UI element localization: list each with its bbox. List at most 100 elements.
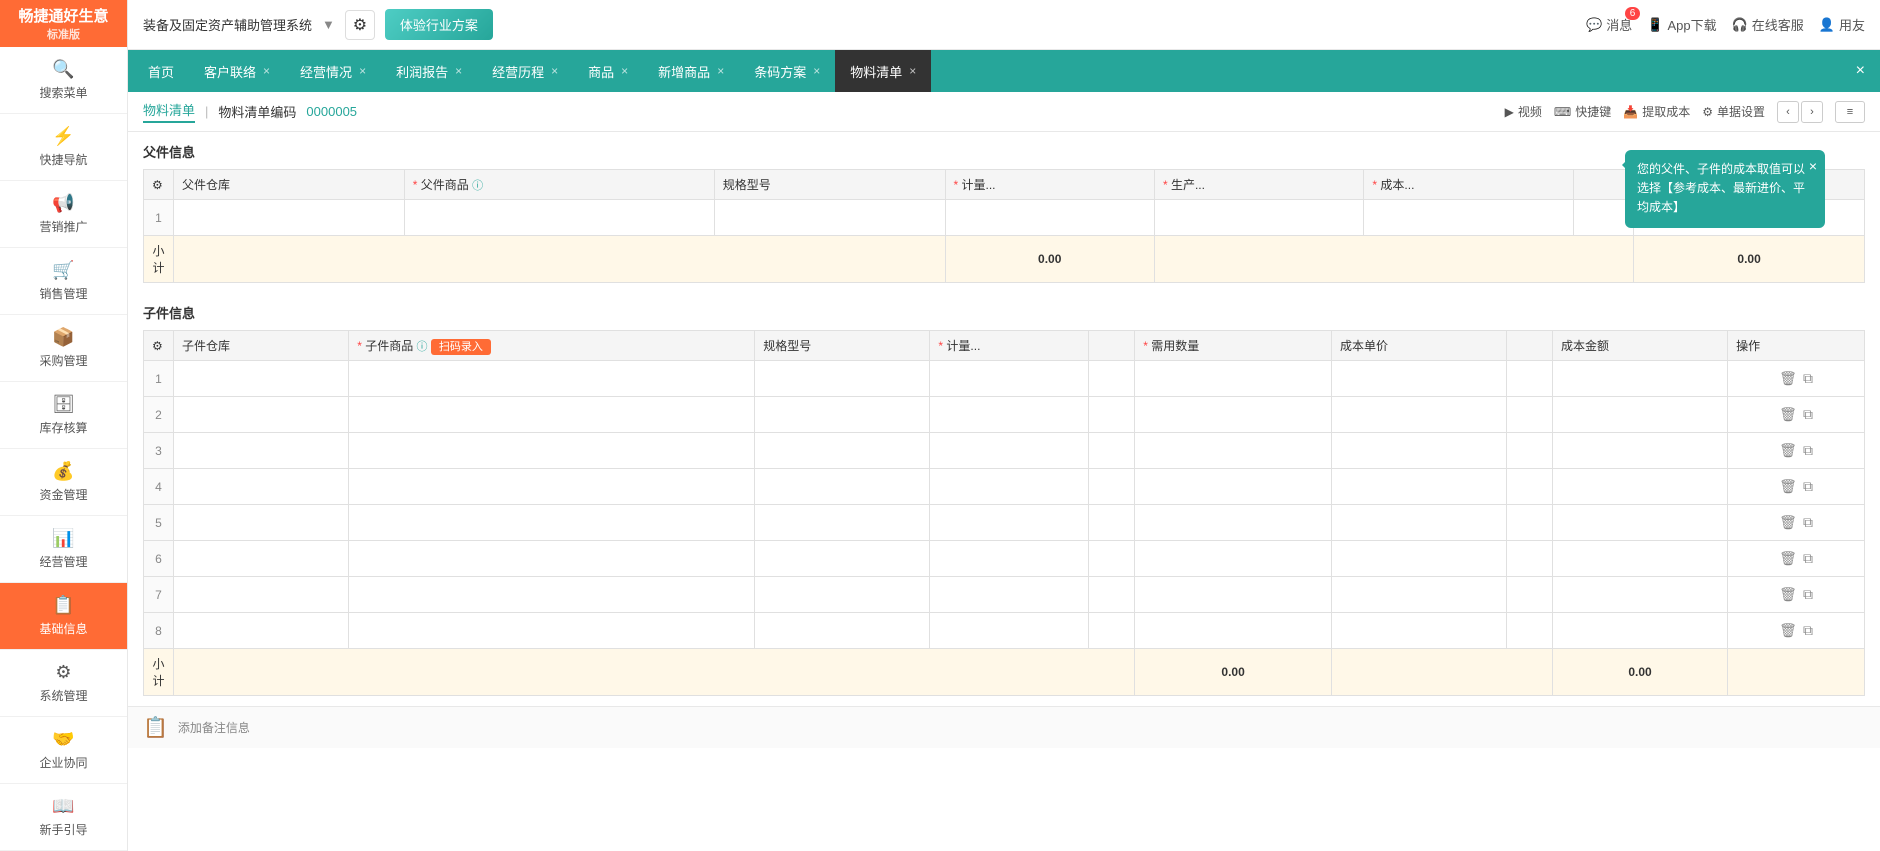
sidebar-item-enterprise[interactable]: 🤝 企业协同 (0, 717, 127, 784)
child-unit-cell-6[interactable] (930, 541, 1089, 577)
tab-bom-close-icon[interactable]: × (909, 64, 916, 78)
child-warehouse-cell-6[interactable] (174, 541, 349, 577)
copy-row-5-icon[interactable]: ⧉ (1803, 514, 1813, 531)
tab-bom[interactable]: 物料清单 × (835, 50, 931, 92)
child-qty-cell-3[interactable] (1135, 433, 1332, 469)
goods-help-icon[interactable]: ⓘ (472, 180, 483, 192)
parent-goods-cell[interactable] (404, 200, 714, 236)
child-warehouse-cell-7[interactable] (174, 577, 349, 613)
message-button[interactable]: 💬 消息 6 (1586, 15, 1632, 34)
tab-customer-close-icon[interactable]: × (263, 64, 270, 78)
child-spec-cell-2[interactable] (755, 397, 930, 433)
copy-row-7-icon[interactable]: ⧉ (1803, 586, 1813, 603)
child-cost-amount-cell-2[interactable] (1552, 397, 1727, 433)
child-cost-amount-cell-8[interactable] (1552, 613, 1727, 649)
parent-unit-cell[interactable] (945, 200, 1154, 236)
child-warehouse-cell-5[interactable] (174, 505, 349, 541)
child-goods-cell-7[interactable] (349, 577, 755, 613)
child-qty-cell-2[interactable] (1135, 397, 1332, 433)
tab-new-goods[interactable]: 新增商品 × (643, 50, 739, 92)
sidebar-item-basic-info[interactable]: 📋 基础信息 (0, 583, 127, 650)
prev-record-button[interactable]: ‹ (1777, 101, 1799, 123)
child-goods-cell-3[interactable] (349, 433, 755, 469)
sidebar-item-sales[interactable]: 🛒 销售管理 (0, 248, 127, 315)
child-unit-cost-cell-5[interactable] (1331, 505, 1506, 541)
child-unit-cost-cell-7[interactable] (1331, 577, 1506, 613)
child-cost-amount-cell-6[interactable] (1552, 541, 1727, 577)
child-goods-help-icon[interactable]: ⓘ (417, 341, 428, 353)
list-view-button[interactable]: ≡ (1835, 101, 1865, 123)
delete-row-2-icon[interactable]: 🗑 (1779, 406, 1797, 423)
copy-row-6-icon[interactable]: ⧉ (1803, 550, 1813, 567)
single-settings-button[interactable]: ⚙ 单据设置 (1702, 103, 1765, 120)
tooltip-close-button[interactable]: × (1809, 155, 1817, 177)
child-goods-cell-4[interactable] (349, 469, 755, 505)
child-unit-cost-cell-3[interactable] (1331, 433, 1506, 469)
child-qty-cell-6[interactable] (1135, 541, 1332, 577)
child-unit-cost-cell-6[interactable] (1331, 541, 1506, 577)
tab-home[interactable]: 首页 (133, 50, 189, 92)
child-settings-col-icon[interactable]: ⚙ (152, 339, 163, 353)
sidebar-item-marketing[interactable]: 📢 营销推广 (0, 181, 127, 248)
sidebar-item-finance[interactable]: 💰 资金管理 (0, 449, 127, 516)
tab-operations-status[interactable]: 经营情况 × (285, 50, 381, 92)
tab-customer[interactable]: 客户联络 × (189, 50, 285, 92)
copy-row-2-icon[interactable]: ⧉ (1803, 406, 1813, 423)
child-spec-cell-1[interactable] (755, 361, 930, 397)
delete-row-3-icon[interactable]: 🗑 (1779, 442, 1797, 459)
dropdown-arrow-icon[interactable]: ▼ (322, 17, 335, 32)
child-warehouse-cell-2[interactable] (174, 397, 349, 433)
tab-operations-status-close-icon[interactable]: × (359, 64, 366, 78)
child-warehouse-cell-8[interactable] (174, 613, 349, 649)
view-video-button[interactable]: ▶ 视频 (1505, 103, 1542, 120)
child-qty-cell-8[interactable] (1135, 613, 1332, 649)
delete-row-7-icon[interactable]: 🗑 (1779, 586, 1797, 603)
gear-button[interactable]: ⚙ (345, 10, 375, 40)
scan-input-button[interactable]: 扫码录入 (431, 339, 491, 355)
copy-row-4-icon[interactable]: ⧉ (1803, 478, 1813, 495)
shortcut-button[interactable]: ⌨ 快捷键 (1554, 103, 1611, 120)
child-qty-cell-1[interactable] (1135, 361, 1332, 397)
sidebar-item-purchase[interactable]: 📦 采购管理 (0, 315, 127, 382)
delete-row-4-icon[interactable]: 🗑 (1779, 478, 1797, 495)
child-unit-cell-4[interactable] (930, 469, 1089, 505)
tab-new-goods-close-icon[interactable]: × (717, 64, 724, 78)
tab-business-history-close-icon[interactable]: × (551, 64, 558, 78)
next-record-button[interactable]: › (1801, 101, 1823, 123)
copy-row-3-icon[interactable]: ⧉ (1803, 442, 1813, 459)
sidebar-item-inventory[interactable]: 🗄 库存核算 (0, 382, 127, 449)
child-unit-cell-7[interactable] (930, 577, 1089, 613)
extract-cost-button[interactable]: 📥 提取成本 (1623, 103, 1690, 120)
child-qty-cell-4[interactable] (1135, 469, 1332, 505)
tab-barcode-close-icon[interactable]: × (813, 64, 820, 78)
child-unit-cell-2[interactable] (930, 397, 1089, 433)
tab-business-history[interactable]: 经营历程 × (477, 50, 573, 92)
child-spec-cell-5[interactable] (755, 505, 930, 541)
child-goods-cell-2[interactable] (349, 397, 755, 433)
child-unit-cell-1[interactable] (930, 361, 1089, 397)
delete-row-5-icon[interactable]: 🗑 (1779, 514, 1797, 531)
child-warehouse-cell-1[interactable] (174, 361, 349, 397)
sidebar-item-guide[interactable]: 📖 新手引导 (0, 784, 127, 851)
close-all-tabs-button[interactable]: × (1846, 62, 1875, 80)
copy-row-1-icon[interactable]: ⧉ (1803, 370, 1813, 387)
child-spec-cell-3[interactable] (755, 433, 930, 469)
child-goods-cell-8[interactable] (349, 613, 755, 649)
delete-row-1-icon[interactable]: 🗑 (1779, 370, 1797, 387)
tab-barcode[interactable]: 条码方案 × (739, 50, 835, 92)
child-cost-amount-cell-3[interactable] (1552, 433, 1727, 469)
app-download-button[interactable]: 📱 App下载 (1647, 15, 1716, 34)
child-cost-amount-cell-7[interactable] (1552, 577, 1727, 613)
child-spec-cell-4[interactable] (755, 469, 930, 505)
child-unit-cell-3[interactable] (930, 433, 1089, 469)
copy-row-8-icon[interactable]: ⧉ (1803, 622, 1813, 639)
child-unit-cell-5[interactable] (930, 505, 1089, 541)
user-button[interactable]: 👤 用友 (1819, 15, 1865, 34)
child-goods-cell-5[interactable] (349, 505, 755, 541)
child-spec-cell-6[interactable] (755, 541, 930, 577)
tab-goods-close-icon[interactable]: × (621, 64, 628, 78)
sidebar-item-search[interactable]: 🔍 搜索菜单 (0, 47, 127, 114)
child-unit-cell-8[interactable] (930, 613, 1089, 649)
child-spec-cell-7[interactable] (755, 577, 930, 613)
parent-production-cell[interactable] (1154, 200, 1363, 236)
